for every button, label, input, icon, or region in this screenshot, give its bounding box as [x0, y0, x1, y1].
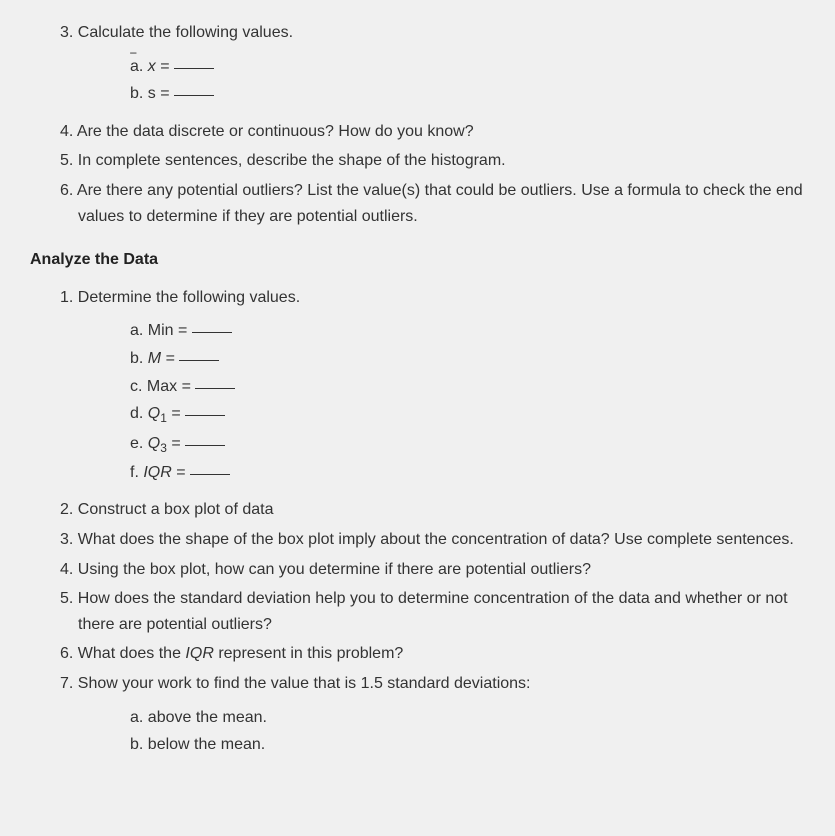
s2-q1-sub-e: e. Q3 =	[130, 431, 805, 458]
blank-line	[185, 400, 225, 416]
question-number: 6.	[60, 645, 73, 662]
question-text: Are there any potential outliers? List t…	[77, 182, 803, 225]
s2-question-5: 5. How does the standard deviation help …	[60, 586, 805, 637]
question-text-pre: What does the	[78, 645, 186, 662]
s2-question-2: 2. Construct a box plot of data	[60, 497, 805, 523]
s2-question-4: 4. Using the box plot, how can you deter…	[60, 557, 805, 583]
equals: =	[172, 464, 190, 481]
sub-text: below the mean.	[148, 736, 265, 753]
blank-line	[174, 80, 214, 96]
s2-q1-sub-c: c. Max =	[130, 374, 805, 400]
equals: =	[156, 85, 174, 102]
q3-sub-b: b. s =	[130, 81, 805, 107]
question-number: 4.	[60, 561, 73, 578]
question-text: Construct a box plot of data	[78, 501, 274, 518]
question-number: 1.	[60, 289, 73, 306]
question-text: Using the box plot, how can you determin…	[78, 561, 591, 578]
sub-label: b.	[130, 736, 143, 753]
sub-label: e.	[130, 435, 143, 452]
s2-q1-sub-f: f. IQR =	[130, 460, 805, 486]
variable-xbar: x	[148, 58, 156, 75]
sub-label: b.	[130, 85, 143, 102]
question-6: 6. Are there any potential outliers? Lis…	[60, 178, 805, 229]
question-text-post: represent in this problem?	[214, 645, 403, 662]
equals: =	[156, 58, 174, 75]
question-number: 3.	[60, 24, 73, 41]
section-2: 1. Determine the following values. a. Mi…	[60, 285, 805, 758]
variable-q1: Q	[148, 405, 160, 422]
sub-label: c.	[130, 378, 142, 395]
s2-q7-sub-a: a. above the mean.	[130, 705, 805, 731]
question-text: What does the shape of the box plot impl…	[78, 531, 794, 548]
variable-m: M	[148, 350, 161, 367]
equals: =	[177, 378, 195, 395]
s2-q7-sub-b: b. below the mean.	[130, 732, 805, 758]
s2-question-6: 6. What does the IQR represent in this p…	[60, 641, 805, 667]
section-header: Analyze the Data	[30, 247, 805, 273]
s2-q1-sub-d: d. Q1 =	[130, 401, 805, 428]
s2-q1-sub-b: b. M =	[130, 346, 805, 372]
question-number: 5.	[60, 152, 73, 169]
sub-label: f.	[130, 464, 139, 481]
question-text: Determine the following values.	[78, 289, 300, 306]
subscript-3: 3	[160, 441, 167, 455]
variable-min: Min	[148, 322, 174, 339]
variable-s: s	[148, 85, 156, 102]
question-number: 7.	[60, 675, 73, 692]
sub-text: above the mean.	[148, 709, 267, 726]
sub-label: a.	[130, 322, 143, 339]
blank-line	[190, 459, 230, 475]
sub-label: b.	[130, 350, 143, 367]
question-number: 4.	[60, 123, 73, 140]
s2-q1-sub-a: a. Min =	[130, 318, 805, 344]
equals: =	[161, 350, 179, 367]
blank-line	[174, 53, 214, 69]
question-5: 5. In complete sentences, describe the s…	[60, 148, 805, 174]
subscript-1: 1	[160, 411, 167, 425]
sub-label: d.	[130, 405, 143, 422]
variable-max: Max	[147, 378, 177, 395]
variable-iqr: IQR	[185, 645, 213, 662]
equals: =	[174, 322, 192, 339]
s2-question-7: 7. Show your work to find the value that…	[60, 671, 805, 697]
question-text: Show your work to find the value that is…	[78, 675, 531, 692]
question-text: Are the data discrete or continuous? How…	[77, 123, 474, 140]
question-number: 6.	[60, 182, 73, 199]
s2-question-3: 3. What does the shape of the box plot i…	[60, 527, 805, 553]
s2-question-1: 1. Determine the following values.	[60, 285, 805, 311]
question-3-sublist: a. x = b. s =	[130, 54, 805, 107]
sub-label: a.	[130, 709, 143, 726]
question-text: Calculate the following values.	[78, 24, 293, 41]
variable-q3: Q	[148, 435, 160, 452]
question-number: 5.	[60, 590, 73, 607]
variable-iqr: IQR	[143, 464, 171, 481]
question-text: In complete sentences, describe the shap…	[78, 152, 506, 169]
blank-line	[185, 430, 225, 446]
blank-line	[195, 373, 235, 389]
q3-sub-a: a. x =	[130, 54, 805, 80]
equals: =	[167, 405, 185, 422]
s2-q1-sublist: a. Min = b. M = c. Max = d. Q1 = e. Q3 =…	[130, 318, 805, 485]
section-1: 3. Calculate the following values. a. x …	[60, 20, 805, 229]
blank-line	[179, 345, 219, 361]
question-text: How does the standard deviation help you…	[78, 590, 788, 633]
blank-line	[192, 317, 232, 333]
equals: =	[167, 435, 185, 452]
question-number: 2.	[60, 501, 73, 518]
question-number: 3.	[60, 531, 73, 548]
s2-q7-sublist: a. above the mean. b. below the mean.	[130, 705, 805, 758]
question-3: 3. Calculate the following values.	[60, 20, 805, 46]
question-4: 4. Are the data discrete or continuous? …	[60, 119, 805, 145]
